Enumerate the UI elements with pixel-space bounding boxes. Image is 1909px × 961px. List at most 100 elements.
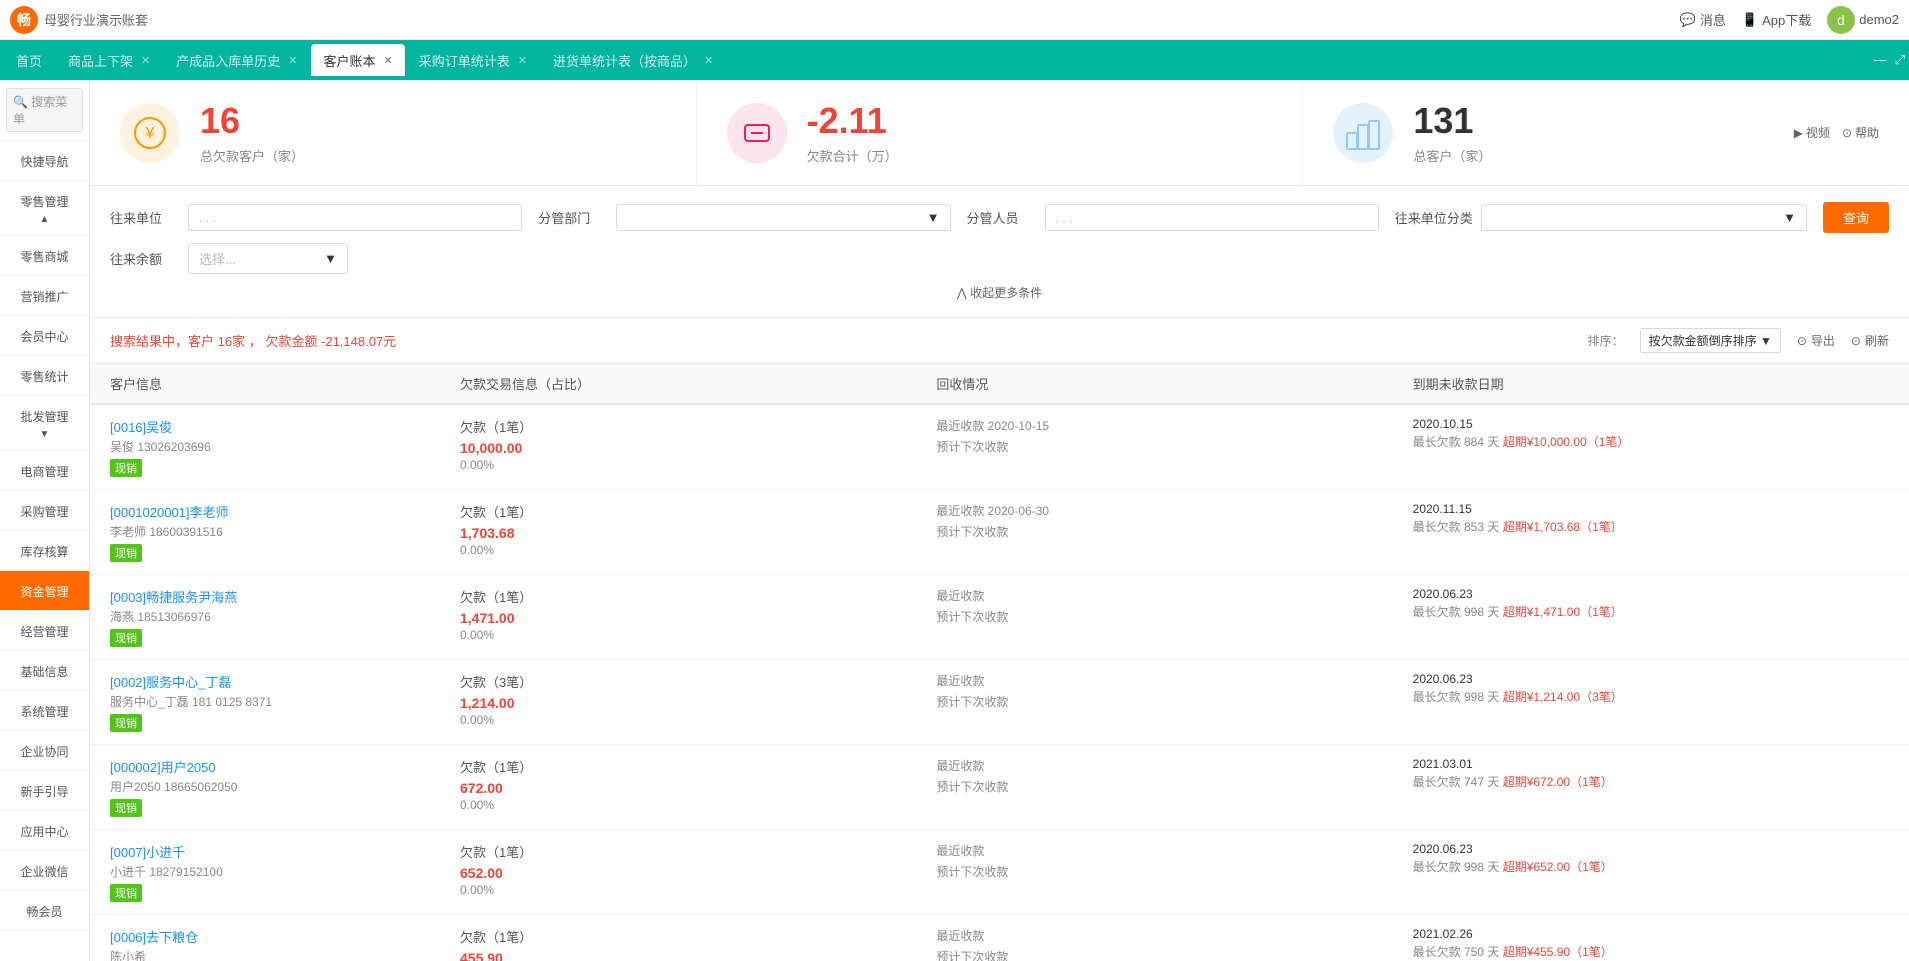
sidebar-item-wholesale-mgmt[interactable]: 批发管理 ▼	[0, 396, 89, 451]
table-row: [0001020001]李老师 李老师 18600391516 现销 欠款（1笔…	[90, 490, 1909, 575]
message-button[interactable]: 💬 消息	[1680, 10, 1726, 29]
search-menu-button[interactable]: 🔍 搜索菜单	[6, 88, 83, 132]
recovery-cell-1: 最近收款 2020-06-30 预计下次收款	[936, 502, 1412, 540]
summary-card1-info: 16 总欠款客户（家）	[200, 100, 304, 165]
total-debt-icon	[727, 103, 787, 163]
help-icon: ⊙	[1842, 126, 1852, 140]
sidebar-item-app-center[interactable]: 应用中心	[0, 811, 89, 851]
tab-purchase-stats[interactable]: 采购订单统计表 ✕	[407, 44, 539, 76]
recovery-cell-2: 最近收款 预计下次收款	[936, 587, 1412, 625]
user-profile-button[interactable]: d demo2	[1827, 6, 1899, 34]
table-row: [0006]去下粮仓 陈小希 现销 欠款（1笔） 455.90 0.00% 最近…	[90, 915, 1909, 961]
table-header: 客户信息 欠款交易信息（占比） 回收情况 到期未收款日期	[90, 364, 1909, 405]
debt-customers-count: 16	[200, 100, 304, 142]
window-minimize-button[interactable]: —	[1874, 52, 1887, 68]
sidebar-item-vip-member[interactable]: 畅会员	[0, 891, 89, 931]
sidebar: 🔍 搜索菜单 快捷导航 零售管理 ▲ 零售商城 营销推广 会员中心 零售统计	[0, 80, 90, 961]
sidebar-item-retail-stats[interactable]: 零售统计	[0, 356, 89, 396]
customer-name-6[interactable]: [0006]去下粮仓	[110, 927, 460, 946]
close-tab-production-history[interactable]: ✕	[288, 54, 297, 67]
summary-card2-info: -2.11 欠款合计（万）	[807, 100, 898, 165]
summary-card3-info: 131 总客户（家）	[1413, 100, 1491, 165]
category-filter-select[interactable]: ▼	[1481, 204, 1807, 231]
filter-customer: 往来单位 ...	[110, 204, 522, 231]
balance-filter-select[interactable]: 选择... ▼	[188, 243, 348, 274]
play-icon: ▶	[1794, 126, 1803, 140]
close-tab-products[interactable]: ✕	[141, 54, 150, 67]
summary-cards: ¥ 16 总欠款客户（家） -2.11 欠款合计（万）	[90, 80, 1909, 186]
table-row: [0007]小进千 小进千 18279152100 现销 欠款（1笔） 652.…	[90, 830, 1909, 915]
close-tab-customer-account[interactable]: ✕	[384, 54, 393, 67]
chevron-down-icon: ▼	[927, 210, 940, 225]
data-table: 客户信息 欠款交易信息（占比） 回收情况 到期未收款日期 [0016]吴俊 吴俊…	[90, 364, 1909, 961]
dept-filter-select[interactable]: ▼	[616, 204, 950, 231]
customer-cell-3: [0002]服务中心_丁磊 服务中心_丁磊 181 0125 8371 现销	[110, 672, 460, 732]
customer-filter-input[interactable]: ...	[188, 204, 522, 231]
chevron-down-icon: ▼	[1760, 334, 1772, 348]
sidebar-item-purchase-mgmt[interactable]: 采购管理	[0, 491, 89, 531]
download-button[interactable]: 📱 App下载	[1742, 10, 1811, 29]
tab-products[interactable]: 商品上下架 ✕	[56, 44, 162, 76]
customer-cell-6: [0006]去下粮仓 陈小希 现销	[110, 927, 460, 961]
search-button[interactable]: 查询	[1823, 202, 1889, 233]
tab-production-history[interactable]: 产成品入库单历史 ✕	[164, 44, 309, 76]
overdue-link-0[interactable]: 超期¥10,000.00（1笔）	[1503, 435, 1630, 449]
summary-card-debt-customers: ¥ 16 总欠款客户（家）	[90, 80, 697, 185]
sidebar-item-member-center[interactable]: 会员中心	[0, 316, 89, 356]
debt-customers-label: 总欠款客户（家）	[200, 146, 304, 165]
col-header-customer: 客户信息	[110, 374, 460, 393]
svg-text:¥: ¥	[145, 125, 155, 142]
refresh-button[interactable]: ⊙ 刷新	[1851, 332, 1889, 349]
view-video-button[interactable]: ▶ 视频	[1794, 124, 1830, 141]
debt-cell-0: 欠款（1笔） 10,000.00 0.00%	[460, 417, 936, 472]
sidebar-item-retail-mall[interactable]: 零售商城	[0, 236, 89, 276]
filter-balance: 往来余额 选择... ▼	[110, 243, 1889, 274]
debt-cell-2: 欠款（1笔） 1,471.00 0.00%	[460, 587, 936, 642]
help-button[interactable]: ⊙ 帮助	[1842, 124, 1879, 141]
export-button[interactable]: ⊙ 导出	[1797, 332, 1835, 349]
top-bar-left: 畅 母婴行业演示账套	[10, 6, 148, 34]
chevron-down-icon: ▼	[324, 251, 337, 266]
customer-name-1[interactable]: [0001020001]李老师	[110, 502, 460, 521]
total-customers-label: 总客户（家）	[1413, 146, 1491, 165]
results-bar: 搜索结果中，客户 16家 ， 欠款金额 -21,148.07元 排序： 按欠款金…	[90, 318, 1909, 364]
sidebar-item-ecommerce[interactable]: 电商管理	[0, 451, 89, 491]
sidebar-item-system[interactable]: 系统管理	[0, 691, 89, 731]
sidebar-item-quick-nav[interactable]: 快捷导航	[0, 141, 89, 181]
sidebar-item-new-guide[interactable]: 新手引导	[0, 771, 89, 811]
customer-cell-0: [0016]吴俊 吴俊 13026203696 现销	[110, 417, 460, 477]
tab-home[interactable]: 首页	[4, 44, 54, 76]
sidebar-item-marketing[interactable]: 营销推广	[0, 276, 89, 316]
window-maximize-button[interactable]: ⤢	[1895, 52, 1905, 68]
due-cell-3: 2020.06.23 最长欠款 998 天 超期¥1,214.00（3笔）	[1413, 672, 1889, 705]
customer-name-4[interactable]: [000002]用户2050	[110, 757, 460, 776]
table-row: [0016]吴俊 吴俊 13026203696 现销 欠款（1笔） 10,000…	[90, 405, 1909, 490]
customer-phone-0: 吴俊 13026203696	[110, 438, 460, 455]
total-customers-icon	[1333, 103, 1393, 163]
tab-customer-account[interactable]: 客户账本 ✕	[311, 44, 404, 76]
sidebar-item-inventory[interactable]: 库存核算	[0, 531, 89, 571]
message-icon: 💬	[1680, 12, 1696, 28]
sidebar-item-finance[interactable]: 资金管理	[0, 571, 89, 611]
sidebar-item-enterprise-collab[interactable]: 企业协同	[0, 731, 89, 771]
sidebar-item-enterprise-wechat[interactable]: 企业微信	[0, 851, 89, 891]
sort-select[interactable]: 按欠款金额倒序排序 ▼	[1640, 328, 1781, 353]
sidebar-item-operations[interactable]: 经营管理	[0, 611, 89, 651]
tab-import-stats[interactable]: 进货单统计表（按商品） ✕	[541, 44, 725, 76]
debt-cell-5: 欠款（1笔） 652.00 0.00%	[460, 842, 936, 897]
customer-name-2[interactable]: [0003]畅捷服务尹海燕	[110, 587, 460, 606]
customer-name-0[interactable]: [0016]吴俊	[110, 417, 460, 436]
sidebar-item-retail-mgmt[interactable]: 零售管理 ▲	[0, 181, 89, 236]
recovery-cell-6: 最近收款 预计下次收款	[936, 927, 1412, 961]
manager-filter-input[interactable]: ...	[1045, 204, 1379, 231]
due-cell-1: 2020.11.15 最长欠款 853 天 超期¥1,703.68（1笔）	[1413, 502, 1889, 535]
close-tab-import-stats[interactable]: ✕	[704, 54, 713, 67]
filter-area: 往来单位 ... 分管部门 ▼ 分管人员	[90, 186, 1909, 318]
customer-name-3[interactable]: [0002]服务中心_丁磊	[110, 672, 460, 691]
customer-name-5[interactable]: [0007]小进千	[110, 842, 460, 861]
sidebar-item-basic-info[interactable]: 基础信息	[0, 651, 89, 691]
close-tab-purchase-stats[interactable]: ✕	[518, 54, 527, 67]
collapse-button[interactable]: ⋀ 收起更多条件	[957, 286, 1042, 300]
summary-card-total-customers: 131 总客户（家） ▶ 视频 ⊙ 帮助	[1303, 80, 1909, 185]
results-info: 搜索结果中，客户 16家 ， 欠款金额 -21,148.07元	[110, 331, 396, 350]
